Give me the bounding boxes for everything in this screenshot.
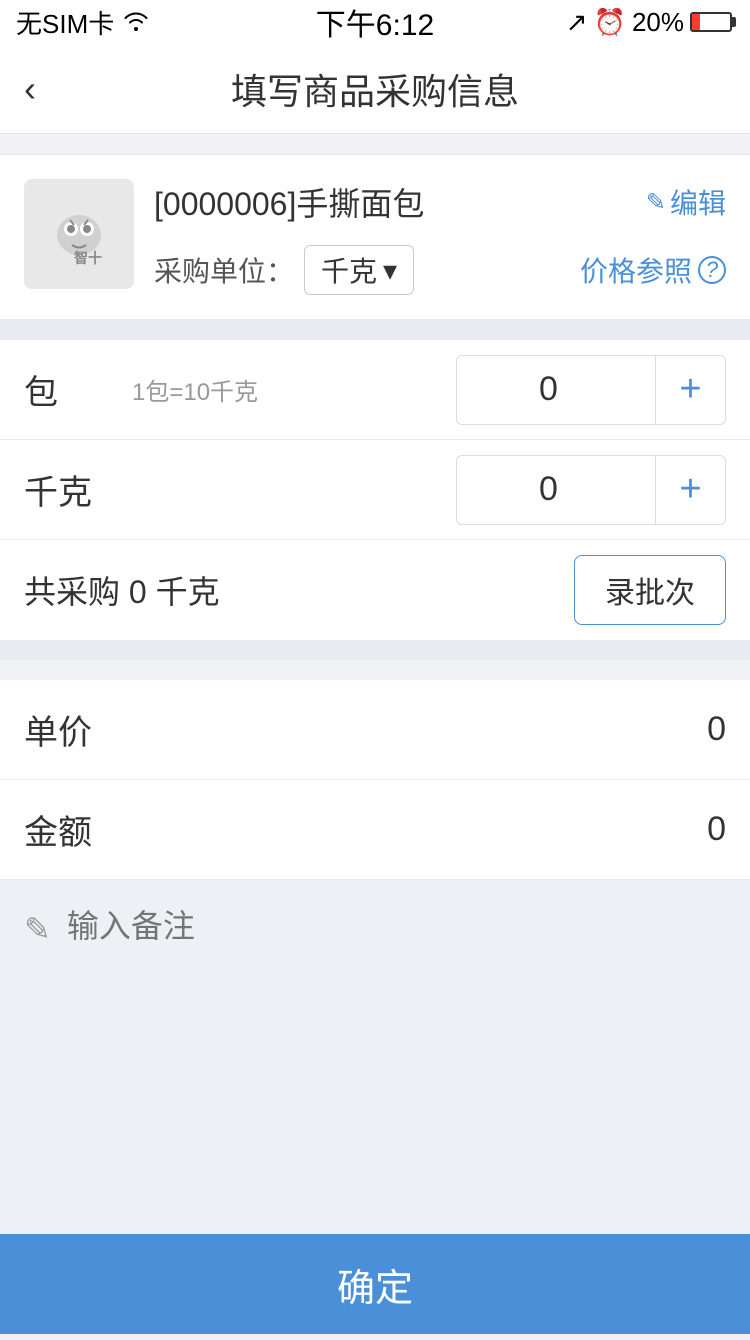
unit-price-row: 单价 0	[0, 680, 750, 780]
alarm-icon: ⏰	[594, 7, 626, 38]
unit-selector[interactable]: 千克 ▾	[304, 245, 414, 295]
dropdown-icon: ▾	[383, 254, 397, 287]
summary-text: 共采购 0 千克	[24, 567, 220, 613]
back-button[interactable]: ‹	[14, 58, 46, 120]
unit-price-value: 0	[707, 710, 726, 749]
wifi-icon	[122, 7, 150, 38]
bag-input-row: 包 1包=10千克 +	[0, 340, 750, 440]
product-header: [0000006]手撕面包 ✎ 编辑	[154, 179, 726, 225]
product-image: 智十	[24, 179, 134, 289]
product-name: [0000006]手撕面包	[154, 179, 424, 225]
product-meta: 采购单位： 千克 ▾ 价格参照 ?	[154, 245, 726, 295]
remark-section: ✎	[0, 880, 750, 1080]
amount-row: 金额 0	[0, 780, 750, 880]
page-title: 填写商品采购信息	[231, 63, 519, 115]
svg-text:智十: 智十	[73, 250, 102, 265]
status-left: 无SIM卡	[16, 4, 150, 41]
price-reference-label: 价格参照	[580, 250, 692, 290]
summary-prefix: 共采购	[24, 574, 120, 610]
bag-label: 包	[24, 365, 124, 414]
bag-number-input[interactable]	[456, 355, 656, 425]
price-reference-icon: ?	[698, 256, 726, 284]
batch-button[interactable]: 录批次	[574, 555, 726, 625]
section-divider-2	[0, 640, 750, 660]
input-section: 包 1包=10千克 + 千克 + 共采购 0 千克 录批次	[0, 340, 750, 640]
purchase-unit-label: 采购单位：	[154, 250, 294, 290]
kg-plus-button[interactable]: +	[656, 455, 726, 525]
kg-input-control: +	[456, 455, 726, 525]
battery-percentage: 20%	[632, 7, 684, 38]
bag-input-control: +	[456, 355, 726, 425]
status-time: 下午6:12	[316, 0, 434, 44]
section-divider-1	[0, 320, 750, 340]
remark-input[interactable]	[67, 908, 726, 945]
nav-bar: ‹ 填写商品采购信息	[0, 44, 750, 134]
edit-button[interactable]: ✎ 编辑	[646, 182, 726, 222]
kg-input-row: 千克 +	[0, 440, 750, 540]
summary-unit-label: 千克	[156, 574, 220, 610]
status-right: ↗ ⏰ 20%	[566, 7, 734, 38]
pencil-icon: ✎	[24, 910, 51, 948]
confirm-button[interactable]: 确定	[0, 1234, 750, 1334]
confirm-button-label: 确定	[337, 1257, 413, 1312]
summary-amount-value: 0	[129, 574, 147, 610]
purchase-unit: 采购单位： 千克 ▾	[154, 245, 414, 295]
bag-plus-button[interactable]: +	[656, 355, 726, 425]
status-bar: 无SIM卡 下午6:12 ↗ ⏰ 20%	[0, 0, 750, 44]
amount-value: 0	[707, 810, 726, 849]
edit-icon: ✎	[646, 188, 666, 217]
location-icon: ↗	[566, 7, 588, 38]
product-logo: 智十	[44, 195, 114, 274]
summary-row: 共采购 0 千克 录批次	[0, 540, 750, 640]
product-info: [0000006]手撕面包 ✎ 编辑 采购单位： 千克 ▾ 价格参照 ?	[154, 179, 726, 295]
kg-label: 千克	[24, 465, 124, 514]
price-section: 单价 0 金额 0	[0, 680, 750, 880]
bag-sublabel: 1包=10千克	[132, 372, 456, 407]
carrier-text: 无SIM卡	[16, 4, 114, 41]
kg-number-input[interactable]	[456, 455, 656, 525]
product-card: 智十 [0000006]手撕面包 ✎ 编辑 采购单位： 千克 ▾ 价格参照	[0, 154, 750, 320]
amount-label: 金额	[24, 805, 92, 854]
battery-icon	[690, 12, 734, 32]
price-reference-button[interactable]: 价格参照 ?	[580, 250, 726, 290]
unit-price-label: 单价	[24, 705, 92, 754]
